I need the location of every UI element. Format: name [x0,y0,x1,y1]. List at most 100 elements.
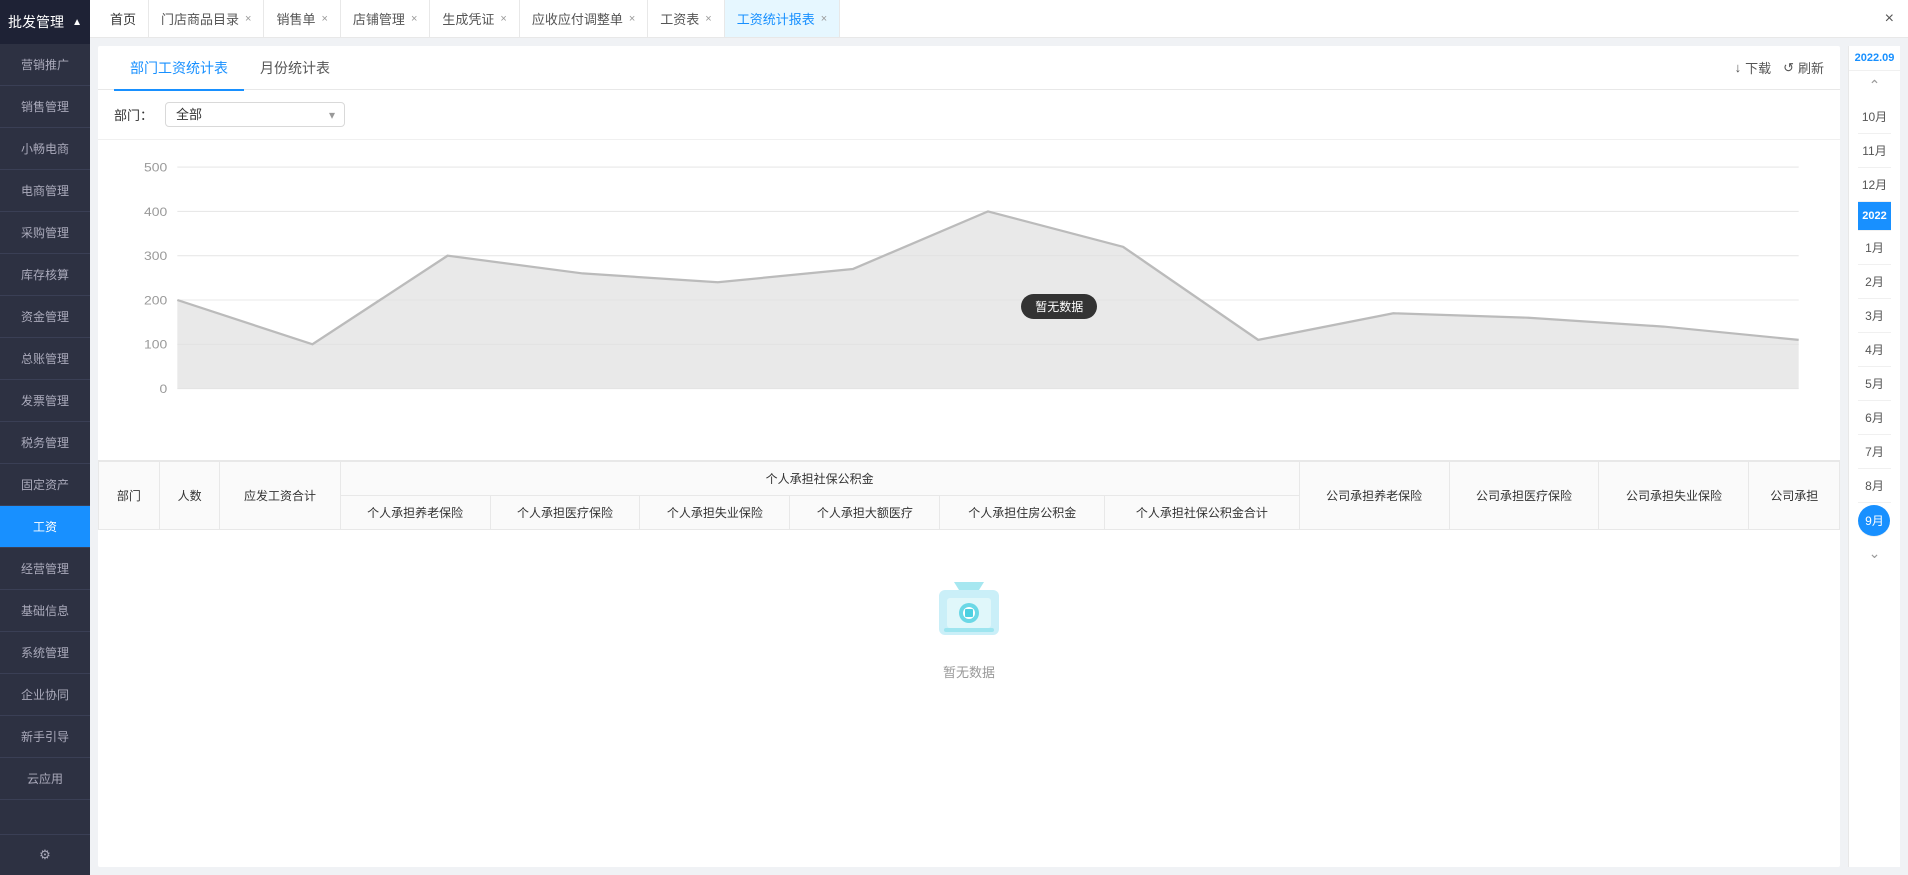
sub-tab-bar: 部门工资统计表月份统计表 ↓ 下载 ↺ 刷新 [98,46,1840,90]
chart-container: 0100200300400500 暂无数据 [98,140,1840,460]
col-公司承担失业保险: 公司承担失业保险 [1599,462,1749,530]
tab-close-工资统计报表[interactable]: × [821,13,827,25]
download-button[interactable]: ↓ 下载 [1735,58,1772,77]
col-个人承担社保公积金合计: 个人承担社保公积金合计 [1105,496,1300,530]
download-icon: ↓ [1735,60,1742,75]
sidebar-title: 批发管理 [8,12,64,32]
col-个人承担大额医疗: 个人承担大额医疗 [790,496,940,530]
right-panel-item-9月[interactable]: 9月 [1858,505,1890,537]
svg-text:500: 500 [144,160,167,174]
sidebar-item-云应用[interactable]: 云应用 [0,758,90,800]
tab-店铺管理[interactable]: 店铺管理× [341,0,430,38]
sidebar-item-发票管理[interactable]: 发票管理 [0,380,90,422]
svg-text:300: 300 [144,249,167,263]
download-label: 下载 [1745,58,1771,77]
refresh-button[interactable]: ↺ 刷新 [1783,58,1824,77]
close-window-button[interactable]: × [1879,8,1900,30]
sidebar-item-固定资产[interactable]: 固定资产 [0,464,90,506]
svg-text:400: 400 [144,205,167,219]
sidebar-item-新手引导[interactable]: 新手引导 [0,716,90,758]
tab-close-工资表[interactable]: × [705,13,711,25]
right-panel-item-3月[interactable]: 3月 [1858,299,1891,333]
right-panel-item-5月[interactable]: 5月 [1858,367,1891,401]
right-panel-item-1月[interactable]: 1月 [1858,231,1891,265]
sidebar-header[interactable]: 批发管理 ▲ [0,0,90,44]
sidebar-item-税务管理[interactable]: 税务管理 [0,422,90,464]
sidebar: 批发管理 ▲ 营销推广销售管理小畅电商电商管理采购管理库存核算资金管理总账管理发… [0,0,90,875]
data-table: 部门人数应发工资合计个人承担社保公积金公司承担养老保险公司承担医疗保险公司承担失… [98,461,1840,530]
sidebar-item-销售管理[interactable]: 销售管理 [0,86,90,128]
tab-首页[interactable]: 首页 [98,0,149,38]
empty-text: 暂无数据 [943,662,995,681]
right-panel-item-10月[interactable]: 10月 [1858,100,1891,134]
empty-state: 暂无数据 [98,530,1840,721]
sidebar-item-系统管理[interactable]: 系统管理 [0,632,90,674]
filter-row: 部门： 全部 [98,90,1840,140]
sidebar-item-工资[interactable]: 工资 [0,506,90,548]
subtab-部门工资统计表[interactable]: 部门工资统计表 [114,47,244,91]
sidebar-item-基础信息[interactable]: 基础信息 [0,590,90,632]
tab-生成凭证[interactable]: 生成凭证× [430,0,519,38]
col-个人承担医疗保险: 个人承担医疗保险 [490,496,640,530]
svg-text:0: 0 [159,382,167,396]
chart-tooltip: 暂无数据 [1021,294,1097,319]
sub-tab-actions: ↓ 下载 ↺ 刷新 [1735,58,1824,77]
col-公司承担: 公司承担 [1749,462,1840,530]
sidebar-arrow-icon: ▲ [72,17,82,28]
right-panel-item-2022[interactable]: 2022 [1858,202,1891,231]
sidebar-settings[interactable]: ⚙ [0,834,90,875]
tab-close-门店商品目录[interactable]: × [245,13,251,25]
main-area: 首页门店商品目录×销售单×店铺管理×生成凭证×应收应付调整单×工资表×工资统计报… [90,0,1908,875]
tab-工资统计报表[interactable]: 工资统计报表× [725,0,840,38]
svg-text:200: 200 [144,293,167,307]
subtab-月份统计表[interactable]: 月份统计表 [244,47,346,91]
tab-门店商品目录[interactable]: 门店商品目录× [149,0,264,38]
panel-scroll-down[interactable]: ⌄ [1849,539,1900,568]
panel-scroll-up[interactable]: ⌃ [1849,71,1900,100]
sidebar-item-采购管理[interactable]: 采购管理 [0,212,90,254]
right-panel-item-2月[interactable]: 2月 [1858,265,1891,299]
current-period-label: 2022.09 [1849,46,1900,71]
right-panel-item-12月[interactable]: 12月 [1858,168,1891,202]
sidebar-item-企业协同[interactable]: 企业协同 [0,674,90,716]
tab-close-应收应付调整单[interactable]: × [629,13,635,25]
refresh-icon: ↺ [1783,60,1794,76]
page: 部门工资统计表月份统计表 ↓ 下载 ↺ 刷新 部门： 全部 [98,46,1840,867]
content-area: 部门工资统计表月份统计表 ↓ 下载 ↺ 刷新 部门： 全部 [90,38,1908,875]
tab-应收应付调整单[interactable]: 应收应付调整单× [520,0,648,38]
col-公司承担养老保险: 公司承担养老保险 [1299,462,1449,530]
sidebar-item-电商管理[interactable]: 电商管理 [0,170,90,212]
col-个人承担失业保险: 个人承担失业保险 [640,496,790,530]
refresh-label: 刷新 [1798,58,1824,77]
department-select-wrapper: 全部 [165,102,345,127]
col-group-social: 个人承担社保公积金 [340,462,1299,496]
col-公司承担医疗保险: 公司承担医疗保险 [1449,462,1599,530]
tab-工资表[interactable]: 工资表× [648,0,724,38]
tab-bar: 首页门店商品目录×销售单×店铺管理×生成凭证×应收应付调整单×工资表×工资统计报… [90,0,1908,38]
col-人数: 人数 [159,462,220,530]
sidebar-item-库存核算[interactable]: 库存核算 [0,254,90,296]
col-个人承担养老保险: 个人承担养老保险 [340,496,490,530]
chart-svg: 0100200300400500 [114,156,1824,444]
department-filter-label: 部门： [114,105,153,124]
tab-close-店铺管理[interactable]: × [411,13,417,25]
right-panel-item-7月[interactable]: 7月 [1858,435,1891,469]
department-select[interactable]: 全部 [165,102,345,127]
tab-close-生成凭证[interactable]: × [500,13,506,25]
gear-icon: ⚙ [39,847,51,862]
tab-销售单[interactable]: 销售单× [264,0,340,38]
empty-icon [929,570,1009,650]
right-panel-item-11月[interactable]: 11月 [1858,134,1891,168]
col-个人承担住房公积金: 个人承担住房公积金 [940,496,1105,530]
tab-close-销售单[interactable]: × [321,13,327,25]
right-panel-item-4月[interactable]: 4月 [1858,333,1891,367]
sidebar-item-总账管理[interactable]: 总账管理 [0,338,90,380]
col-部门: 部门 [99,462,160,530]
sidebar-item-经营管理[interactable]: 经营管理 [0,548,90,590]
sidebar-item-小畅电商[interactable]: 小畅电商 [0,128,90,170]
sidebar-item-营销推广[interactable]: 营销推广 [0,44,90,86]
right-panel-item-8月[interactable]: 8月 [1858,469,1891,503]
table-wrapper[interactable]: 部门人数应发工资合计个人承担社保公积金公司承担养老保险公司承担医疗保险公司承担失… [98,460,1840,867]
sidebar-item-资金管理[interactable]: 资金管理 [0,296,90,338]
right-panel-item-6月[interactable]: 6月 [1858,401,1891,435]
